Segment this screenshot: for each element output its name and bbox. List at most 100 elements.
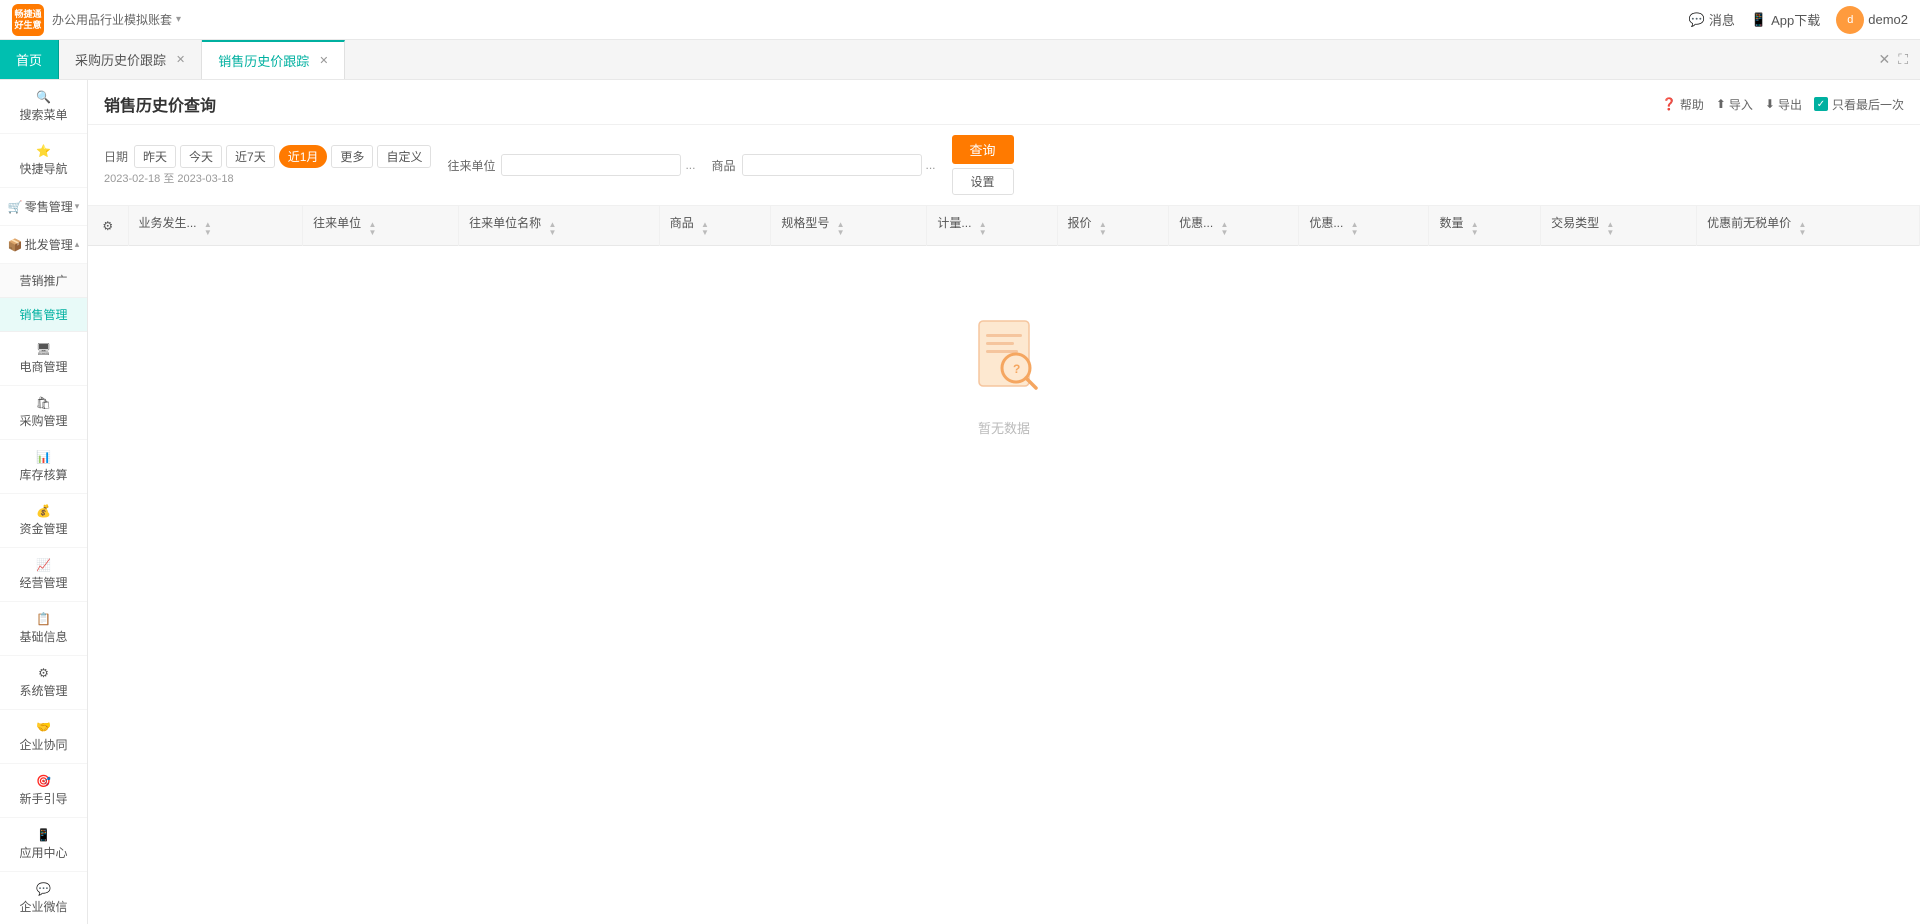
sidebar-item-enterprise[interactable]: 🤝 企业协同 <box>0 710 87 764</box>
user-menu[interactable]: d demo2 <box>1836 6 1908 34</box>
query-button[interactable]: 查询 <box>952 135 1014 164</box>
sidebar-item-ecommerce[interactable]: 🖥 电商管理 <box>0 332 87 386</box>
sidebar-item-app-center[interactable]: 📱 应用中心 <box>0 818 87 872</box>
app-logo: 畅捷通 好生意 <box>12 4 44 36</box>
date-btn-last1month[interactable]: 近1月 <box>279 145 328 168</box>
export-icon: ⬇ <box>1765 97 1775 111</box>
sidebar: 🔍 搜索菜单 ⭐ 快捷导航 🛒 零售管理 ▾ 📦 批发管理 ▴ 营销推广 销售管… <box>0 80 88 924</box>
sidebar-label-sales-mgmt: 销售管理 <box>19 306 67 323</box>
partner-dots[interactable]: ... <box>685 158 695 172</box>
app-selector[interactable]: 办公用品行业模拟账套 ▾ <box>52 11 181 28</box>
export-label: 导出 <box>1778 96 1802 113</box>
tab-purchase-history[interactable]: 采购历史价跟踪 ✕ <box>59 40 202 79</box>
sidebar-item-guide[interactable]: 🎯 新手引导 <box>0 764 87 818</box>
finance-icon: 💰 <box>36 504 51 518</box>
close-all-icon[interactable]: ✕ <box>1878 51 1890 68</box>
tab-home[interactable]: 首页 <box>0 40 59 79</box>
col-product[interactable]: 商品 ▲▼ <box>659 206 771 246</box>
setting-button[interactable]: 设置 <box>952 168 1014 195</box>
sidebar-label-search: 搜索菜单 <box>19 106 67 123</box>
page-header-actions: ❓ 帮助 ⬆ 导入 ⬇ 导出 ✓ 只看最后一次 <box>1662 96 1904 113</box>
filter-date-buttons: 日期 昨天 今天 近7天 近1月 更多 自定义 <box>104 145 431 168</box>
sidebar-label-enterprise: 企业协同 <box>19 736 67 753</box>
sidebar-label-inventory: 库存核算 <box>19 466 67 483</box>
close-purchase-tab-icon[interactable]: ✕ <box>176 53 185 66</box>
empty-text: 暂无数据 <box>978 418 1030 437</box>
sidebar-label-app-center: 应用中心 <box>19 844 67 861</box>
col-settings[interactable]: ⚙ <box>88 206 128 246</box>
filter-btn-group: 查询 设置 <box>952 135 1014 195</box>
date-btn-more[interactable]: 更多 <box>331 145 373 168</box>
col-discount2[interactable]: 优惠... ▲▼ <box>1299 206 1429 246</box>
sidebar-item-wholesale[interactable]: 📦 批发管理 ▴ <box>0 226 87 264</box>
sidebar-item-basic-info[interactable]: 📋 基础信息 <box>0 602 87 656</box>
sidebar-item-retail[interactable]: 🛒 零售管理 ▾ <box>0 188 87 226</box>
topbar-left: 畅捷通 好生意 办公用品行业模拟账套 ▾ <box>12 4 181 36</box>
expand-icon[interactable]: ⛶ <box>1898 51 1908 68</box>
topbar-right: 💬 消息 📱 App下载 d demo2 <box>1689 6 1908 34</box>
wholesale-icon: 📦 <box>8 238 23 252</box>
app-download-button[interactable]: 📱 App下载 <box>1751 10 1820 29</box>
home-tab-label: 首页 <box>16 50 42 69</box>
sidebar-item-quick-nav[interactable]: ⭐ 快捷导航 <box>0 134 87 188</box>
sidebar-item-operations[interactable]: 📈 经营管理 <box>0 548 87 602</box>
page-title: 销售历史价查询 <box>104 92 216 116</box>
table-container: ⚙ 业务发生... ▲▼ 往来单位 ▲▼ 往来单位名称 ▲ <box>88 206 1920 924</box>
date-range-text: 2023-02-18 至 2023-03-18 <box>104 170 431 186</box>
svg-text:?: ? <box>1013 362 1020 376</box>
sidebar-label-operations: 经营管理 <box>19 574 67 591</box>
col-unit[interactable]: 计量... ▲▼ <box>927 206 1057 246</box>
date-btn-last7days[interactable]: 近7天 <box>226 145 275 168</box>
sidebar-item-finance[interactable]: 💰 资金管理 <box>0 494 87 548</box>
page: 销售历史价查询 ❓ 帮助 ⬆ 导入 ⬇ 导出 ✓ <box>88 80 1920 924</box>
sidebar-item-sales-mgmt[interactable]: 销售管理 <box>0 298 87 332</box>
data-table: ⚙ 业务发生... ▲▼ 往来单位 ▲▼ 往来单位名称 ▲ <box>88 206 1920 246</box>
message-icon: 💬 <box>1689 12 1705 28</box>
quick-nav-icon: ⭐ <box>36 144 51 158</box>
sidebar-label-retail: 零售管理 <box>25 198 73 215</box>
sidebar-item-inventory[interactable]: 📊 库存核算 <box>0 440 87 494</box>
date-btn-yesterday[interactable]: 昨天 <box>134 145 176 168</box>
sidebar-label-ecommerce: 电商管理 <box>19 358 67 375</box>
sidebar-label-basic-info: 基础信息 <box>19 628 67 645</box>
message-button[interactable]: 💬 消息 <box>1689 10 1735 29</box>
col-partner-code[interactable]: 往来单位 ▲▼ <box>303 206 459 246</box>
col-spec[interactable]: 规格型号 ▲▼ <box>771 206 927 246</box>
date-btn-today[interactable]: 今天 <box>180 145 222 168</box>
sidebar-label-guide: 新手引导 <box>19 790 67 807</box>
sidebar-item-wechat[interactable]: 💬 企业微信 <box>0 872 87 924</box>
ecommerce-icon: 🖥 <box>36 342 51 356</box>
sidebar-item-purchase[interactable]: 🛍 采购管理 <box>0 386 87 440</box>
tabbar-actions: ✕ ⛶ <box>1866 40 1920 79</box>
import-button[interactable]: ⬆ 导入 <box>1716 96 1753 113</box>
help-button[interactable]: ❓ 帮助 <box>1662 96 1704 113</box>
col-biz-date[interactable]: 业务发生... ▲▼ <box>128 206 303 246</box>
product-input[interactable] <box>742 154 922 176</box>
tab-sales-history[interactable]: 销售历史价跟踪 ✕ <box>202 40 345 79</box>
purchase-history-tab-label: 采购历史价跟踪 <box>75 50 166 69</box>
col-discount1[interactable]: 优惠... ▲▼ <box>1169 206 1299 246</box>
partner-label: 往来单位 <box>447 157 495 174</box>
close-sales-tab-icon[interactable]: ✕ <box>319 54 328 67</box>
import-label: 导入 <box>1729 96 1753 113</box>
sidebar-item-marketing[interactable]: 营销推广 <box>0 264 87 298</box>
retail-icon: 🛒 <box>8 200 23 214</box>
sidebar-item-system[interactable]: ⚙ 系统管理 <box>0 656 87 710</box>
product-dots[interactable]: ... <box>926 158 936 172</box>
col-trade-type[interactable]: 交易类型 ▲▼ <box>1541 206 1697 246</box>
guide-icon: 🎯 <box>36 774 51 788</box>
sidebar-label-purchase: 采购管理 <box>19 412 67 429</box>
product-label: 商品 <box>711 157 735 174</box>
col-quantity[interactable]: 数量 ▲▼ <box>1429 206 1541 246</box>
col-pre-tax-price[interactable]: 优惠前无税单价 ▲▼ <box>1697 206 1920 246</box>
sidebar-item-search[interactable]: 🔍 搜索菜单 <box>0 80 87 134</box>
partner-input[interactable] <box>501 154 681 176</box>
only-last-label: 只看最后一次 <box>1832 96 1904 113</box>
date-btn-custom[interactable]: 自定义 <box>377 145 431 168</box>
message-label: 消息 <box>1709 10 1735 29</box>
col-quote[interactable]: 报价 ▲▼ <box>1057 206 1169 246</box>
app-download-label: App下载 <box>1771 10 1820 29</box>
export-button[interactable]: ⬇ 导出 <box>1765 96 1802 113</box>
col-partner-name[interactable]: 往来单位名称 ▲▼ <box>459 206 660 246</box>
only-last-toggle[interactable]: ✓ 只看最后一次 <box>1814 96 1904 113</box>
